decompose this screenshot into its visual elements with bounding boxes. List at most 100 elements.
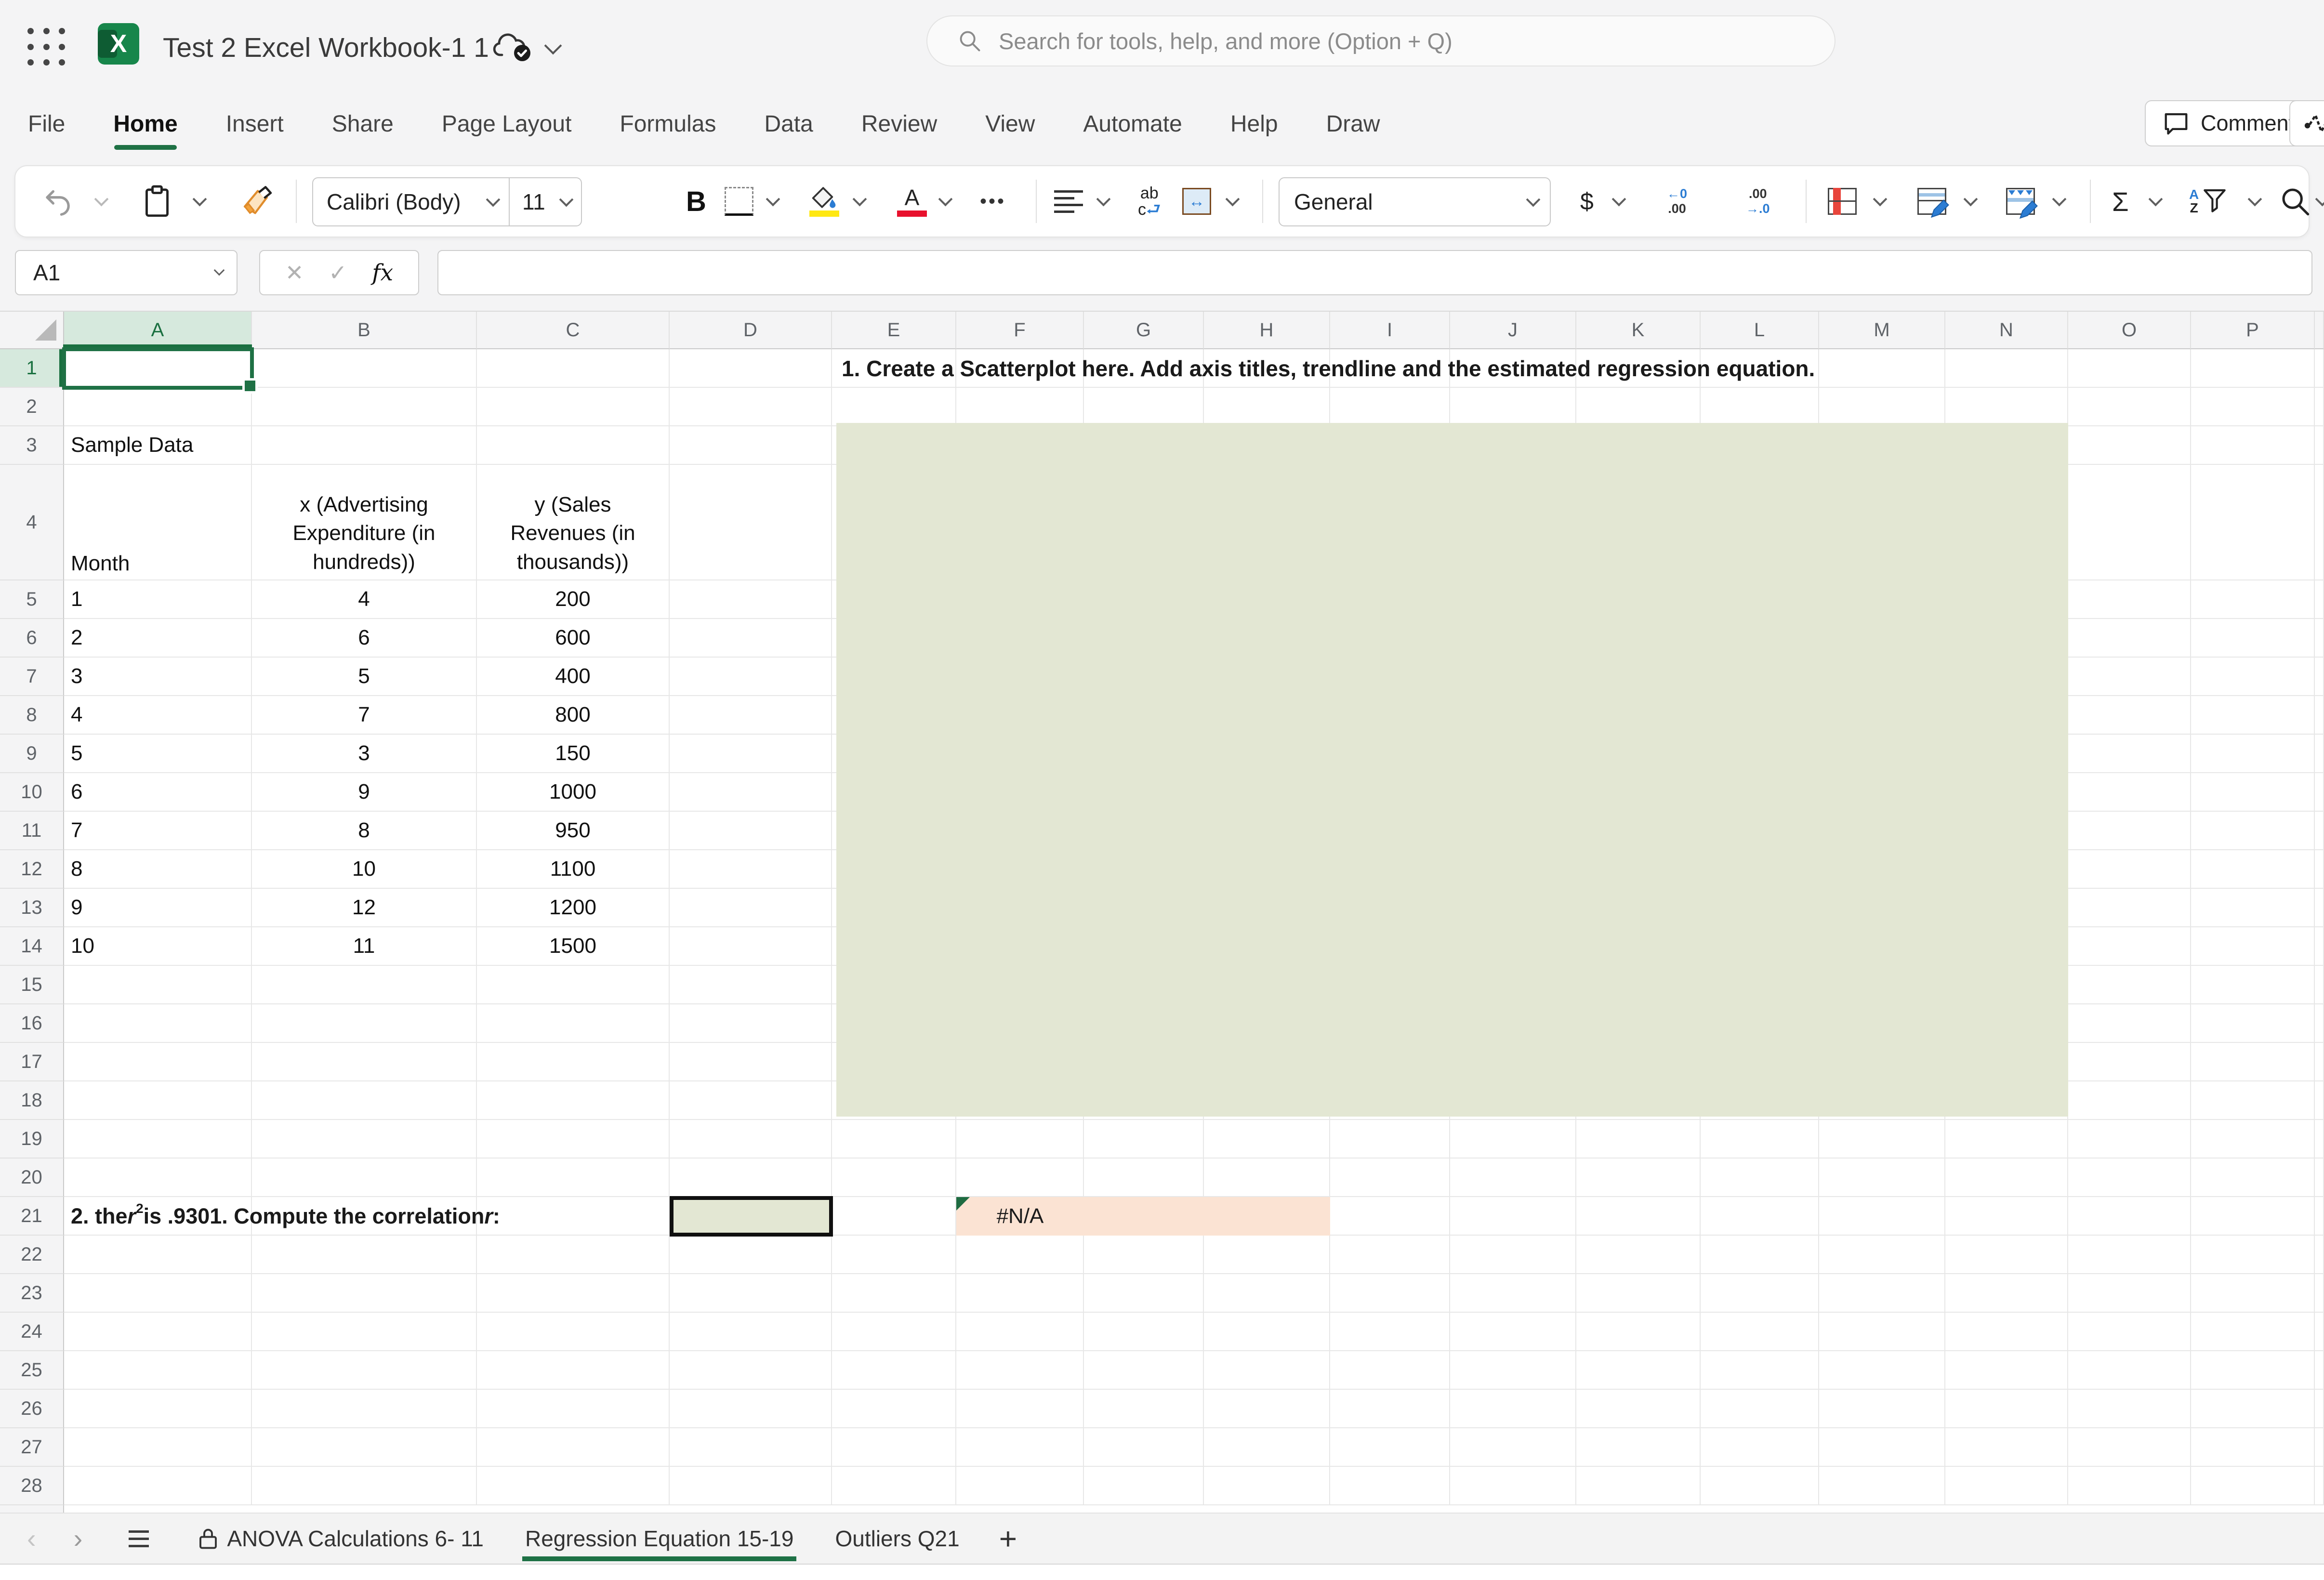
- cell-K23[interactable]: [1576, 1274, 1701, 1313]
- search-input[interactable]: Search for tools, help, and more (Option…: [926, 15, 1835, 66]
- row-header-4[interactable]: 4: [0, 465, 64, 580]
- row-header-15[interactable]: 15: [0, 966, 64, 1004]
- cell-F26[interactable]: [956, 1390, 1084, 1428]
- cell-Q3[interactable]: [2315, 426, 2324, 465]
- format-as-table-dropdown[interactable]: [1963, 166, 1978, 237]
- cell-I27[interactable]: [1330, 1428, 1450, 1467]
- cell-K28[interactable]: [1576, 1467, 1701, 1505]
- autosum-dropdown[interactable]: [2148, 166, 2163, 237]
- cell-H26[interactable]: [1204, 1390, 1330, 1428]
- cell-P16[interactable]: [2191, 1004, 2315, 1043]
- row-header-16[interactable]: 16: [0, 1004, 64, 1043]
- menu-item-home[interactable]: Home: [113, 111, 178, 150]
- cell-P11[interactable]: [2191, 812, 2315, 850]
- cell-P10[interactable]: [2191, 773, 2315, 812]
- column-header-I[interactable]: I: [1330, 312, 1450, 349]
- cell-C15[interactable]: [477, 966, 670, 1004]
- row-header-21[interactable]: 21: [0, 1197, 64, 1236]
- cell-D12[interactable]: [670, 850, 832, 889]
- cell-Q4[interactable]: [2315, 465, 2324, 580]
- undo-button[interactable]: [42, 166, 74, 237]
- undo-dropdown[interactable]: [94, 166, 109, 237]
- row-header-13[interactable]: 13: [0, 889, 64, 927]
- cell-C26[interactable]: [477, 1390, 670, 1428]
- column-header-H[interactable]: H: [1204, 312, 1330, 349]
- cell-O16[interactable]: [2068, 1004, 2191, 1043]
- cell-M1[interactable]: [1819, 349, 1945, 388]
- row-header-14[interactable]: 14: [0, 927, 64, 966]
- cell-F2[interactable]: [956, 388, 1084, 426]
- cell-O22[interactable]: [2068, 1236, 2191, 1274]
- cell-Q8[interactable]: [2315, 696, 2324, 735]
- column-header-D[interactable]: D: [670, 312, 832, 349]
- cell-L19[interactable]: [1701, 1120, 1819, 1159]
- cell-D17[interactable]: [670, 1043, 832, 1081]
- cell-D11[interactable]: [670, 812, 832, 850]
- menu-item-share[interactable]: Share: [332, 111, 394, 137]
- find-dropdown[interactable]: [2315, 166, 2324, 237]
- cell-Q1[interactable]: [2315, 349, 2324, 388]
- cell-C11[interactable]: 950: [477, 812, 670, 850]
- row-header-22[interactable]: 22: [0, 1236, 64, 1274]
- conditional-formatting-dropdown[interactable]: [1873, 166, 1888, 237]
- cell-P6[interactable]: [2191, 619, 2315, 658]
- row-header-17[interactable]: 17: [0, 1043, 64, 1081]
- wrap-text-button[interactable]: ab c⮐: [1138, 166, 1161, 237]
- cell-D2[interactable]: [670, 388, 832, 426]
- na-result-cell-f21[interactable]: #N/A: [956, 1197, 1330, 1236]
- cell-A4[interactable]: Month: [64, 465, 252, 580]
- row-header-23[interactable]: 23: [0, 1274, 64, 1313]
- column-header-partial[interactable]: [2315, 312, 2324, 349]
- cell-B7[interactable]: 5: [252, 658, 477, 696]
- cell-N23[interactable]: [1945, 1274, 2068, 1313]
- cell-C18[interactable]: [477, 1081, 670, 1120]
- cell-D13[interactable]: [670, 889, 832, 927]
- cell-D26[interactable]: [670, 1390, 832, 1428]
- chart-placeholder[interactable]: [836, 423, 2068, 1117]
- cell-O5[interactable]: [2068, 580, 2191, 619]
- row-header-26[interactable]: 26: [0, 1390, 64, 1428]
- cell-D5[interactable]: [670, 580, 832, 619]
- cell-Q19[interactable]: [2315, 1120, 2324, 1159]
- cell-B8[interactable]: 7: [252, 696, 477, 735]
- cell-N20[interactable]: [1945, 1159, 2068, 1197]
- cell-C28[interactable]: [477, 1467, 670, 1505]
- cell-P1[interactable]: [2191, 349, 2315, 388]
- cell-A27[interactable]: [64, 1428, 252, 1467]
- font-color-dropdown[interactable]: [938, 166, 953, 237]
- cell-M19[interactable]: [1819, 1120, 1945, 1159]
- currency-dropdown[interactable]: [1611, 166, 1626, 237]
- cell-C1[interactable]: [477, 349, 670, 388]
- cell-Q11[interactable]: [2315, 812, 2324, 850]
- cell-Q5[interactable]: [2315, 580, 2324, 619]
- cell-B25[interactable]: [252, 1351, 477, 1390]
- cell-F20[interactable]: [956, 1159, 1084, 1197]
- row-header-8[interactable]: 8: [0, 696, 64, 735]
- cell-A12[interactable]: 8: [64, 850, 252, 889]
- cell-P22[interactable]: [2191, 1236, 2315, 1274]
- cell-L22[interactable]: [1701, 1236, 1819, 1274]
- cell-O27[interactable]: [2068, 1428, 2191, 1467]
- cell-Q27[interactable]: [2315, 1428, 2324, 1467]
- cell-J26[interactable]: [1450, 1390, 1576, 1428]
- cell-I23[interactable]: [1330, 1274, 1450, 1313]
- cell-M2[interactable]: [1819, 388, 1945, 426]
- cell-D4[interactable]: [670, 465, 832, 580]
- cell-D14[interactable]: [670, 927, 832, 966]
- cell-C12[interactable]: 1100: [477, 850, 670, 889]
- cell-Q10[interactable]: [2315, 773, 2324, 812]
- cell-D25[interactable]: [670, 1351, 832, 1390]
- cell-L28[interactable]: [1701, 1467, 1819, 1505]
- cell-B15[interactable]: [252, 966, 477, 1004]
- cell-B18[interactable]: [252, 1081, 477, 1120]
- cell-A5[interactable]: 1: [64, 580, 252, 619]
- cell-B3[interactable]: [252, 426, 477, 465]
- cell-A23[interactable]: [64, 1274, 252, 1313]
- cell-P12[interactable]: [2191, 850, 2315, 889]
- autosum-button[interactable]: Σ: [2112, 166, 2129, 237]
- cell-Q14[interactable]: [2315, 927, 2324, 966]
- cell-P26[interactable]: [2191, 1390, 2315, 1428]
- cell-A24[interactable]: [64, 1313, 252, 1351]
- cell-L24[interactable]: [1701, 1313, 1819, 1351]
- confirm-entry-button[interactable]: ✓: [329, 260, 347, 286]
